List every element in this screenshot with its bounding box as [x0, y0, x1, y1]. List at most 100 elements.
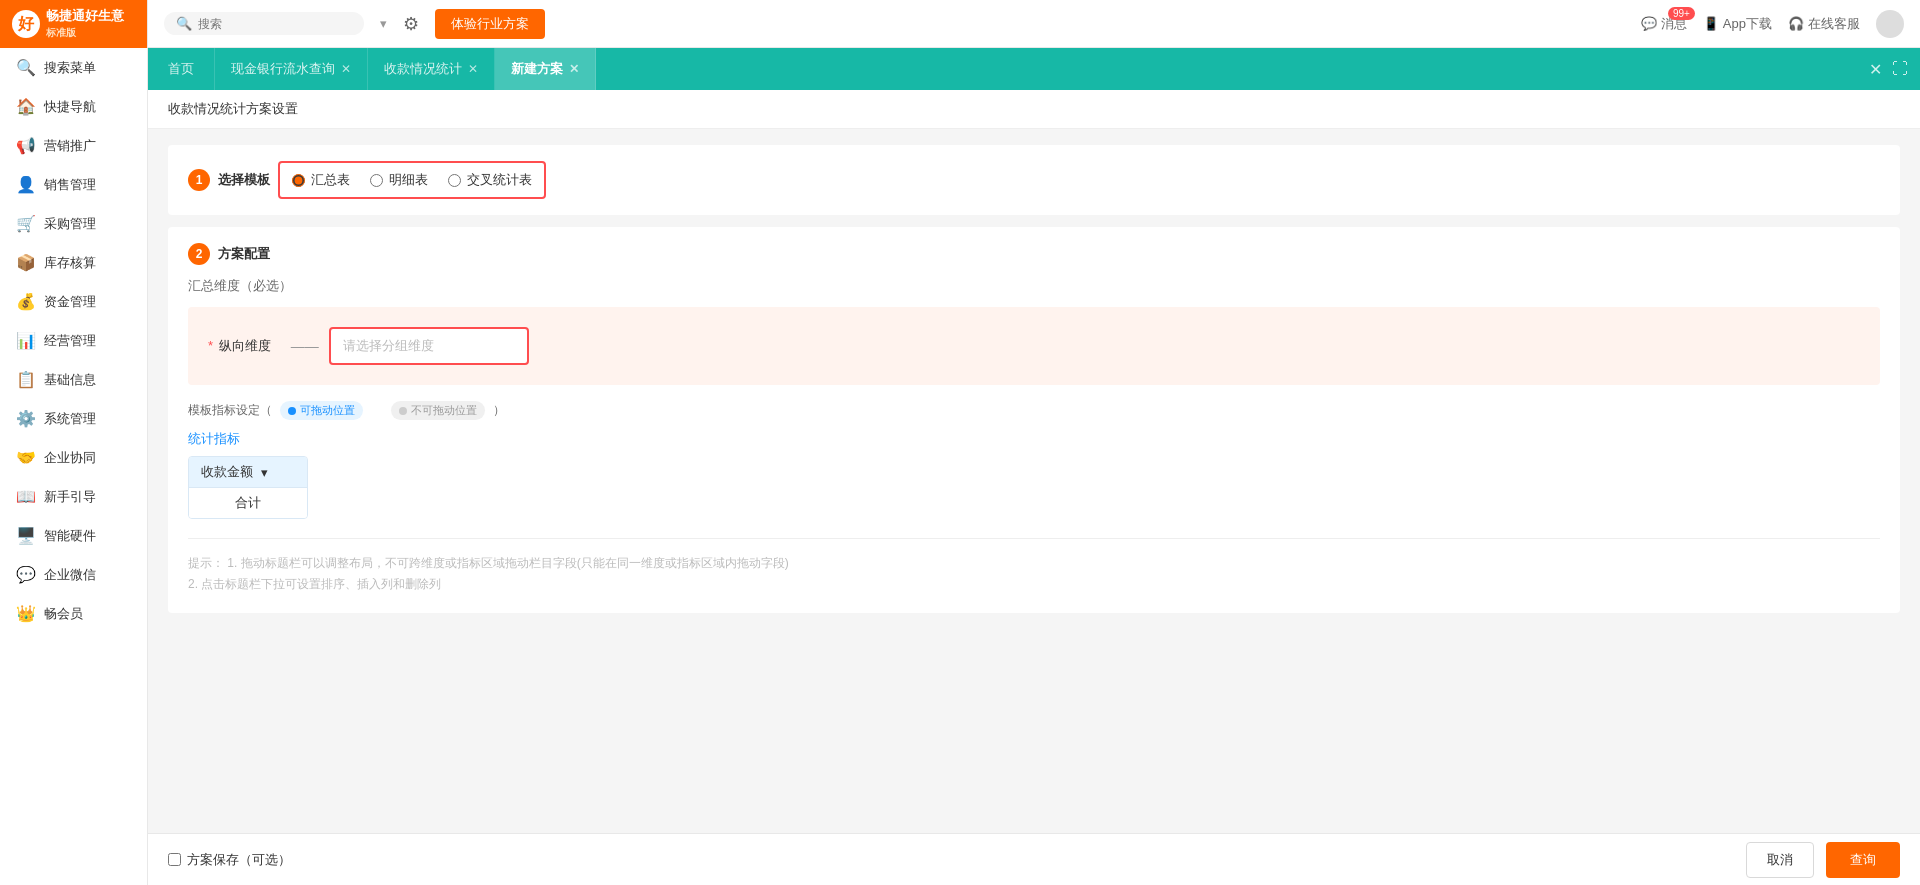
required-marker: * — [208, 338, 213, 353]
guide-icon: 📖 — [16, 487, 36, 506]
service-icon: 🎧 — [1788, 16, 1804, 31]
step2-section: 2 方案配置 汇总维度（必选） * 纵向维度 —— 请选择分组维度 — [168, 227, 1900, 613]
search-dropdown-icon[interactable]: ▾ — [380, 16, 387, 31]
sidebar-item-marketing[interactable]: 📢 营销推广 — [0, 126, 147, 165]
breadcrumb-text: 收款情况统计方案设置 — [168, 101, 298, 116]
sidebar-item-finance[interactable]: 💰 资金管理 — [0, 282, 147, 321]
query-button[interactable]: 查询 — [1826, 842, 1900, 878]
industry-solution-button[interactable]: 体验行业方案 — [435, 9, 545, 39]
tab-collection-stats[interactable]: 收款情况统计 ✕ — [368, 48, 495, 90]
radio-summary-label: 汇总表 — [311, 171, 350, 189]
can-drag-dot — [288, 407, 296, 415]
step1-number: 1 — [188, 169, 210, 191]
sidebar-item-search[interactable]: 🔍 搜索菜单 — [0, 48, 147, 87]
radio-summary[interactable]: 汇总表 — [292, 171, 350, 189]
sidebar-item-label: 搜索菜单 — [44, 59, 96, 77]
step2-title: 方案配置 — [218, 245, 270, 263]
topbar: 🔍 ▾ ⚙ 体验行业方案 💬 消息 99+ 📱 App下载 🎧 在线客服 — [148, 0, 1920, 48]
topbar-right: 💬 消息 99+ 📱 App下载 🎧 在线客服 — [1641, 10, 1904, 38]
step1-title: 选择模板 — [218, 171, 270, 189]
hardware-icon: 🖥️ — [16, 526, 36, 545]
tab-new-plan[interactable]: 新建方案 ✕ — [495, 48, 596, 90]
radio-detail-input[interactable] — [370, 174, 383, 187]
sidebar-item-label: 企业微信 — [44, 566, 96, 584]
sidebar-item-label: 系统管理 — [44, 410, 96, 428]
app-edition: 标准版 — [46, 26, 124, 40]
main-area: 🔍 ▾ ⚙ 体验行业方案 💬 消息 99+ 📱 App下载 🎧 在线客服 — [148, 0, 1920, 885]
sidebar-item-sales[interactable]: 👤 销售管理 — [0, 165, 147, 204]
user-avatar[interactable] — [1876, 10, 1904, 38]
stat-table-header[interactable]: 收款金额 ▾ — [189, 457, 307, 488]
page-breadcrumb: 收款情况统计方案设置 — [148, 90, 1920, 129]
step2-number: 2 — [188, 243, 210, 265]
radio-cross[interactable]: 交叉统计表 — [448, 171, 532, 189]
sidebar-item-enterprise[interactable]: 🤝 企业协同 — [0, 438, 147, 477]
radio-cross-label: 交叉统计表 — [467, 171, 532, 189]
stat-indicator-table: 收款金额 ▾ 合计 — [188, 456, 308, 519]
cannot-drag-dot — [399, 407, 407, 415]
sidebar-item-label: 资金管理 — [44, 293, 96, 311]
tab-collection-stats-label: 收款情况统计 — [384, 60, 462, 78]
stat-table-row: 合计 — [189, 488, 307, 518]
stat-indicator-title: 统计指标 — [188, 430, 1880, 448]
radio-cross-input[interactable] — [448, 174, 461, 187]
sidebar-item-member[interactable]: 👑 畅会员 — [0, 594, 147, 633]
sidebar-item-label: 新手引导 — [44, 488, 96, 506]
tab-new-plan-close[interactable]: ✕ — [569, 62, 579, 76]
tab-bank-flow[interactable]: 现金银行流水查询 ✕ — [215, 48, 368, 90]
search-input[interactable] — [198, 17, 338, 31]
sidebar-item-wechat[interactable]: 💬 企业微信 — [0, 555, 147, 594]
radio-detail-label: 明细表 — [389, 171, 428, 189]
sidebar-item-label: 智能硬件 — [44, 527, 96, 545]
tab-expand-icon[interactable]: ⛶ — [1892, 60, 1908, 78]
app-download-button[interactable]: 📱 App下载 — [1703, 15, 1772, 33]
sidebar-item-purchase[interactable]: 🛒 采购管理 — [0, 204, 147, 243]
sales-icon: 👤 — [16, 175, 36, 194]
save-checkbox[interactable] — [168, 853, 181, 866]
sidebar-item-guide[interactable]: 📖 新手引导 — [0, 477, 147, 516]
search-box[interactable]: 🔍 — [164, 12, 364, 35]
save-option[interactable]: 方案保存（可选） — [168, 851, 291, 869]
sidebar-item-label: 销售管理 — [44, 176, 96, 194]
tab-new-plan-label: 新建方案 — [511, 60, 563, 78]
sidebar-item-system[interactable]: ⚙️ 系统管理 — [0, 399, 147, 438]
notification-button[interactable]: 💬 消息 99+ — [1641, 15, 1687, 33]
tab-home[interactable]: 首页 — [148, 48, 215, 90]
sidebar-item-label: 企业协同 — [44, 449, 96, 467]
radio-detail[interactable]: 明细表 — [370, 171, 428, 189]
stat-dropdown-icon[interactable]: ▾ — [261, 465, 268, 480]
tips-divider — [188, 538, 1880, 539]
save-label: 方案保存（可选） — [187, 851, 291, 869]
dimension-area: * 纵向维度 —— 请选择分组维度 — [188, 307, 1880, 385]
radio-summary-input[interactable] — [292, 174, 305, 187]
vertical-label-text: 纵向维度 — [219, 338, 271, 353]
dimension-select-box[interactable]: 请选择分组维度 — [329, 327, 529, 365]
cancel-button[interactable]: 取消 — [1746, 842, 1814, 878]
wechat-icon: 💬 — [16, 565, 36, 584]
basic-icon: 📋 — [16, 370, 36, 389]
sidebar-item-hardware[interactable]: 🖥️ 智能硬件 — [0, 516, 147, 555]
settings-icon[interactable]: ⚙ — [403, 13, 419, 35]
logo-icon: 好 — [12, 10, 40, 38]
tab-bank-flow-close[interactable]: ✕ — [341, 62, 351, 76]
home-icon: 🏠 — [16, 97, 36, 116]
tips-section: 提示： 1. 拖动标题栏可以调整布局，不可跨维度或指标区域拖动栏目字段(只能在同… — [188, 555, 1880, 593]
online-service-button[interactable]: 🎧 在线客服 — [1788, 15, 1860, 33]
sidebar-item-inventory[interactable]: 📦 库存核算 — [0, 243, 147, 282]
indicator-label-row: 模板指标设定（ 可拖动位置 不可拖动位置 ） — [188, 401, 1880, 420]
finance-icon: 💰 — [16, 292, 36, 311]
sidebar-item-quicknav[interactable]: 🏠 快捷导航 — [0, 87, 147, 126]
template-options-group: 汇总表 明细表 交叉统计表 — [278, 161, 546, 199]
app-name: 畅捷通好生意 — [46, 8, 124, 24]
can-drag-badge: 可拖动位置 — [280, 401, 363, 420]
step1-header: 1 选择模板 汇总表 明细表 交叉统计表 — [188, 161, 1880, 199]
marketing-icon: 📢 — [16, 136, 36, 155]
enterprise-icon: 🤝 — [16, 448, 36, 467]
indicator-title-text: 模板指标设定（ — [188, 402, 272, 419]
message-icon: 💬 — [1641, 16, 1657, 31]
tab-close-all-icon[interactable]: ✕ — [1869, 60, 1882, 79]
sidebar-item-basic[interactable]: 📋 基础信息 — [0, 360, 147, 399]
cannot-drag-label: 不可拖动位置 — [411, 403, 477, 418]
tab-collection-stats-close[interactable]: ✕ — [468, 62, 478, 76]
sidebar-item-operation[interactable]: 📊 经营管理 — [0, 321, 147, 360]
